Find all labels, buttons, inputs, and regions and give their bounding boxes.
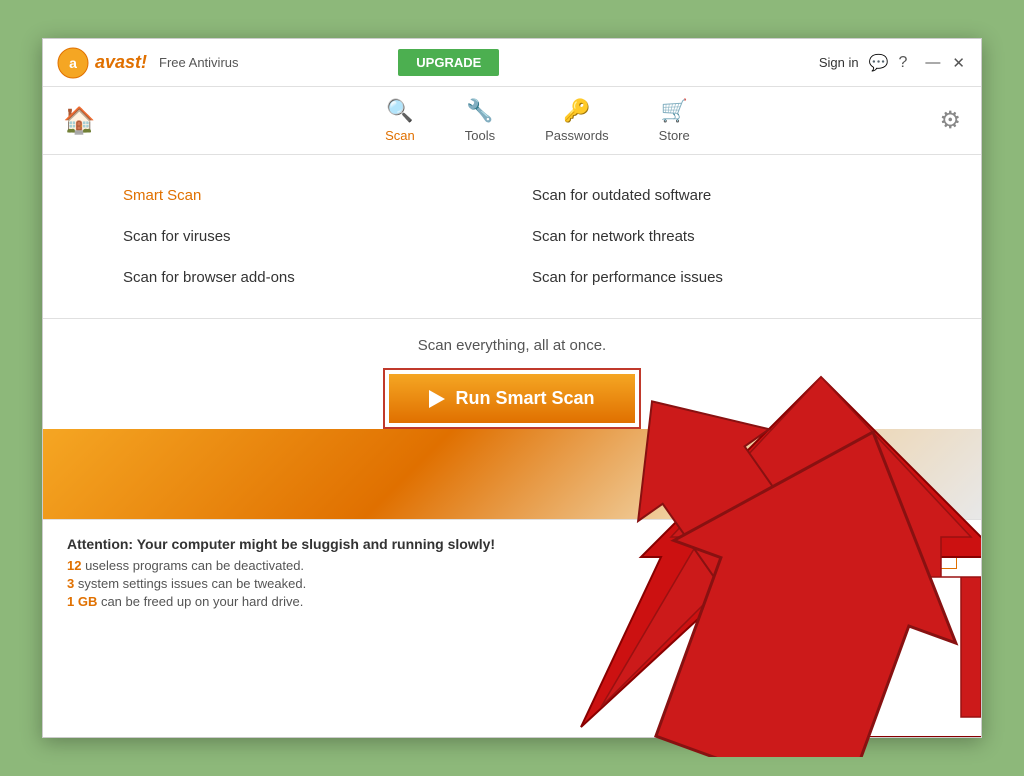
close-button[interactable]: ✕ xyxy=(950,54,967,72)
window-controls: — ✕ xyxy=(923,54,967,72)
app-subtitle: Free Antivirus xyxy=(159,55,238,70)
scan-menu-smart-scan[interactable]: Smart Scan xyxy=(123,183,492,208)
info-line-1: 12 useless programs can be deactivated. xyxy=(67,558,957,573)
info-text-3: can be freed up on your hard drive. xyxy=(97,594,303,609)
avast-logo-icon: a xyxy=(57,47,89,79)
passwords-nav-label: Passwords xyxy=(545,128,609,143)
nav-item-scan[interactable]: 🔍 Scan xyxy=(385,98,415,143)
nav-item-passwords[interactable]: 🔑 Passwords xyxy=(545,98,609,143)
minimize-button[interactable]: — xyxy=(923,54,942,72)
scan-tagline: Scan everything, all at once. xyxy=(418,337,606,354)
nav-item-tools[interactable]: 🔧 Tools xyxy=(465,98,495,143)
bottom-section: Attention: Your computer might be sluggi… xyxy=(43,519,981,737)
smart-scan-area: Scan everything, all at once. Run Smart … xyxy=(43,319,981,429)
nav-bar: 🏠 🔍 Scan 🔧 Tools 🔑 Passwords 🛒 Store ⚙ xyxy=(43,87,981,155)
main-content: Smart Scan Scan for outdated software Sc… xyxy=(43,155,981,737)
scan-nav-label: Scan xyxy=(385,128,415,143)
scan-menu-viruses[interactable]: Scan for viruses xyxy=(123,224,492,249)
settings-nav-icon[interactable]: ⚙ xyxy=(939,106,961,135)
chat-icon[interactable]: 💬 xyxy=(869,53,889,73)
attention-text: Your computer might be sluggish and runn… xyxy=(137,536,495,552)
home-nav-button[interactable]: 🏠 xyxy=(63,105,95,136)
title-bar: a avast! Free Antivirus UPGRADE Sign in … xyxy=(43,39,981,87)
logo-area: a avast! Free Antivirus xyxy=(57,47,239,79)
scan-menu-outdated[interactable]: Scan for outdated software xyxy=(532,183,901,208)
tools-nav-icon: 🔧 xyxy=(466,98,493,124)
scan-menu: Smart Scan Scan for outdated software Sc… xyxy=(43,155,981,319)
info-number-3: 1 GB xyxy=(67,594,97,609)
passwords-nav-icon: 🔑 xyxy=(563,98,590,124)
info-number-1: 12 xyxy=(67,558,81,573)
scan-menu-performance[interactable]: Scan for performance issues xyxy=(532,265,901,290)
info-line-3: 1 GB can be freed up on your hard drive. xyxy=(67,594,957,609)
nav-items: 🔍 Scan 🔧 Tools 🔑 Passwords 🛒 Store xyxy=(135,98,939,143)
store-nav-label: Store xyxy=(659,128,690,143)
store-nav-icon: 🛒 xyxy=(661,98,688,124)
sign-in-link[interactable]: Sign in xyxy=(819,55,859,70)
attention-prefix: Attention: xyxy=(67,536,137,552)
svg-text:a: a xyxy=(69,55,77,71)
run-smart-scan-button[interactable]: Run Smart Scan xyxy=(389,374,634,423)
info-line-2: 3 system settings issues can be tweaked. xyxy=(67,576,957,591)
run-smart-scan-wrapper: Run Smart Scan xyxy=(383,368,640,429)
run-smart-scan-label: Run Smart Scan xyxy=(455,388,594,409)
help-icon[interactable]: ? xyxy=(899,54,908,72)
main-window: a avast! Free Antivirus UPGRADE Sign in … xyxy=(42,38,982,738)
nav-item-store[interactable]: 🛒 Store xyxy=(659,98,690,143)
tools-nav-label: Tools xyxy=(465,128,495,143)
action-button[interactable]: nce xyxy=(902,536,957,569)
info-text-1: useless programs can be deactivated. xyxy=(81,558,304,573)
upgrade-button[interactable]: UPGRADE xyxy=(398,49,499,76)
info-text-2: system settings issues can be tweaked. xyxy=(74,576,306,591)
attention-title: Attention: Your computer might be sluggi… xyxy=(67,536,957,552)
banner-area xyxy=(43,429,981,519)
scan-menu-browser[interactable]: Scan for browser add-ons xyxy=(123,265,492,290)
scan-nav-icon: 🔍 xyxy=(386,98,413,124)
logo-text: avast! xyxy=(95,52,147,73)
title-bar-right: Sign in 💬 ? — ✕ xyxy=(819,53,967,73)
scan-menu-network[interactable]: Scan for network threats xyxy=(532,224,901,249)
play-icon xyxy=(429,390,445,408)
